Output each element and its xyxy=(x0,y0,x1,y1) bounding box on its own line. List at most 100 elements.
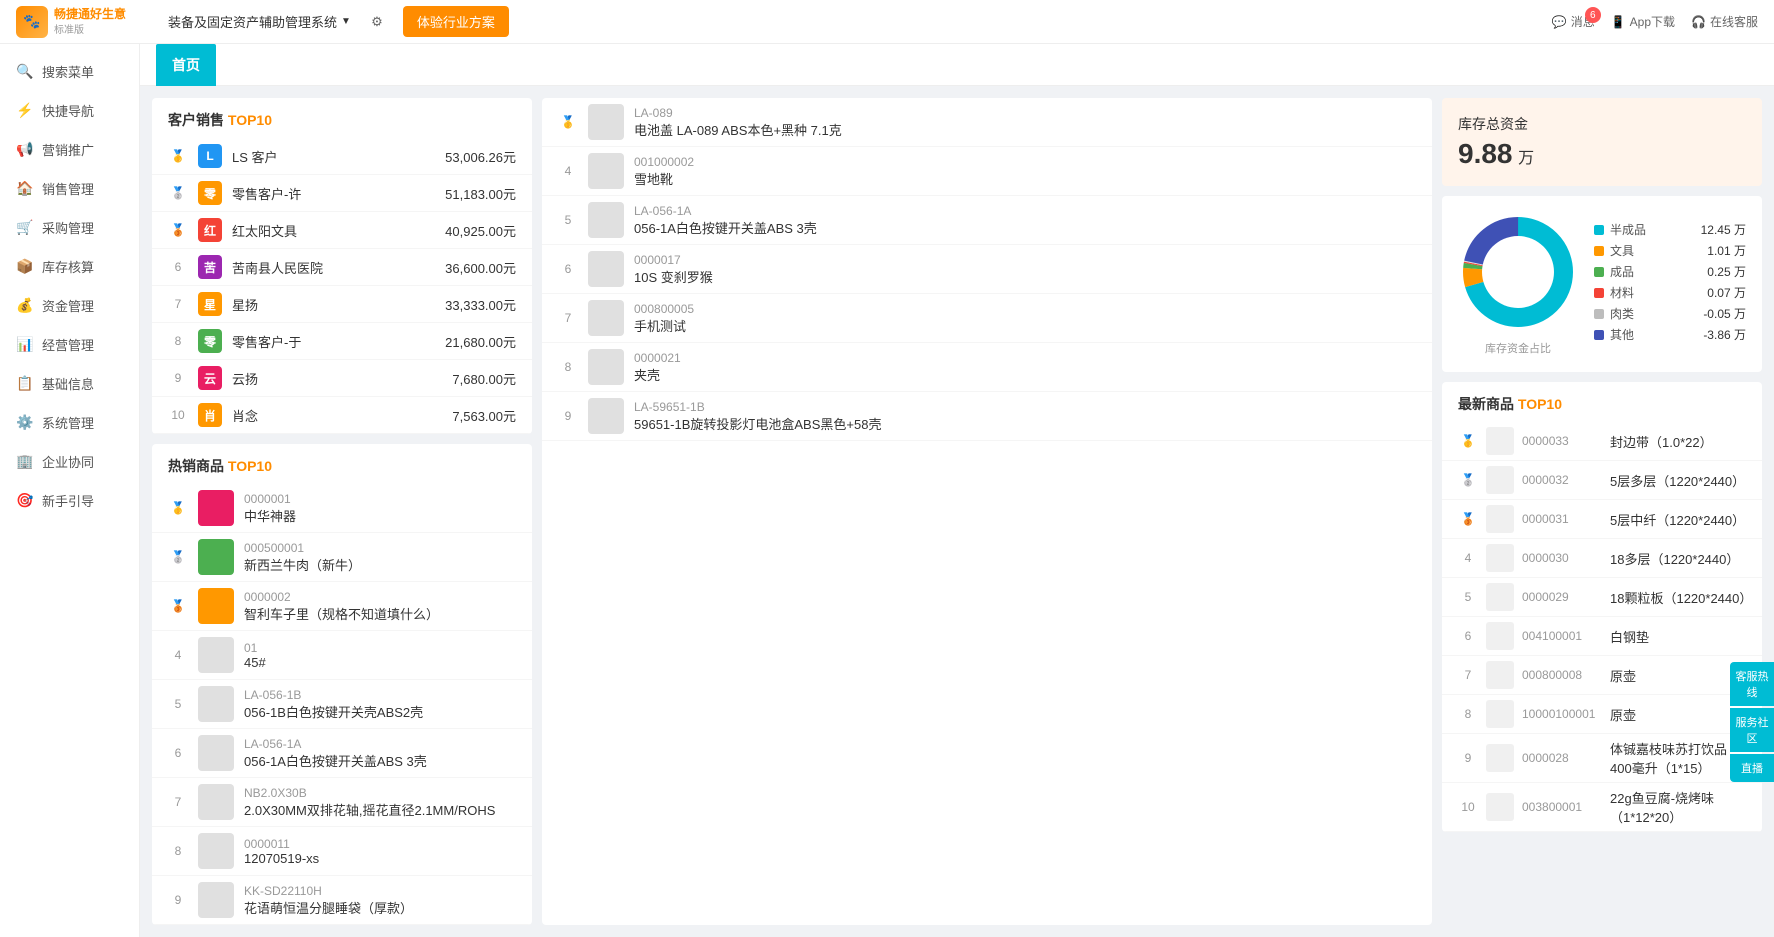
donut-chart-svg xyxy=(1458,212,1578,332)
new-product-name: 白钢垫 xyxy=(1610,627,1746,646)
new-product-thumbnail xyxy=(1486,661,1514,689)
new-product-row: 🥇 0000033 封边带（1.0*22） xyxy=(1442,422,1762,461)
rank-number: 8 xyxy=(558,360,578,374)
search-icon: 🔍 xyxy=(16,63,34,81)
new-product-name: 5层中纤（1220*2440） xyxy=(1610,510,1746,529)
system-selector[interactable]: 装备及固定资产辅助管理系统 ▼ xyxy=(168,12,351,31)
rank-number: 4 xyxy=(558,164,578,178)
product-info: LA-089 电池盖 LA-089 ABS本色+黑种 7.1克 xyxy=(634,106,1416,139)
product-info: NB2.0X30B 2.0X30MM双排花轴,摇花直径2.1MM/ROHS xyxy=(244,786,516,819)
product-thumbnail xyxy=(198,490,234,526)
mid-product-row: 8 0000021 夹壳 xyxy=(542,343,1432,392)
sidebar-label-enterprise: 企业协同 xyxy=(42,452,94,471)
rank-number: 8 xyxy=(1458,707,1478,721)
sidebar-item-sales[interactable]: 🏠 销售管理 xyxy=(0,169,139,208)
product-code: LA-056-1A xyxy=(634,204,1416,218)
product-name: 056-1B白色按键开关壳ABS2壳 xyxy=(244,702,516,721)
rank-number: 9 xyxy=(558,409,578,423)
sidebar-label-sales: 销售管理 xyxy=(42,179,94,198)
inventory-unit: 万 xyxy=(1518,150,1534,167)
rank-number: 9 xyxy=(1458,751,1478,765)
inventory-amount: 9.88 xyxy=(1458,138,1513,169)
rank-number: 6 xyxy=(168,260,188,274)
customer-row: 10 肖 肖念 7,563.00元 xyxy=(152,397,532,434)
hot-products-highlight: TOP10 xyxy=(228,458,272,474)
sidebar-item-system[interactable]: ⚙️ 系统管理 xyxy=(0,403,139,442)
product-thumbnail xyxy=(198,784,234,820)
legend-category-name: 文具 xyxy=(1610,242,1701,259)
product-name: 12070519-xs xyxy=(244,851,516,866)
product-name: 新西兰牛肉（新牛） xyxy=(244,555,516,574)
hot-products-card: 热销商品 TOP10 🥇 0000001 中华神器 🥈 000500001 新西… xyxy=(152,444,532,925)
product-thumbnail xyxy=(198,882,234,918)
sidebar-item-operations[interactable]: 📊 经营管理 xyxy=(0,325,139,364)
rank-number: 🥇 xyxy=(1458,434,1478,448)
notification-button[interactable]: 💬 消息 6 xyxy=(1552,13,1595,30)
customer-amount: 33,333.00元 xyxy=(445,295,516,314)
sidebar-item-search[interactable]: 🔍 搜索菜单 xyxy=(0,52,139,91)
product-thumbnail xyxy=(198,686,234,722)
sidebar-item-purchase[interactable]: 🛒 采购管理 xyxy=(0,208,139,247)
product-info: 000500001 新西兰牛肉（新牛） xyxy=(244,541,516,574)
product-name: 45# xyxy=(244,655,516,670)
settings-button[interactable]: ⚙ xyxy=(363,8,391,36)
topbar-actions: 💬 消息 6 📱 App下载 🎧 在线客服 xyxy=(1552,13,1758,30)
customer-avatar: 苦 xyxy=(198,255,222,279)
system-name: 装备及固定资产辅助管理系统 xyxy=(168,12,337,31)
sidebar-label-system: 系统管理 xyxy=(42,413,94,432)
logo-area: 🐾 畅捷通好生意 标准版 xyxy=(16,6,156,38)
sidebar-item-inventory[interactable]: 📦 库存核算 xyxy=(0,247,139,286)
rank-number: 🥉 xyxy=(168,599,188,613)
sidebar-label-basicinfo: 基础信息 xyxy=(42,374,94,393)
legend-item: 材料 0.07 万 xyxy=(1594,284,1746,301)
sidebar-item-guide[interactable]: 🎯 新手引导 xyxy=(0,481,139,520)
product-name: 056-1A白色按键开关盖ABS 3壳 xyxy=(244,751,516,770)
rank-number: 7 xyxy=(168,795,188,809)
new-product-thumbnail xyxy=(1486,622,1514,650)
hot-products-table: 🥇 0000001 中华神器 🥈 000500001 新西兰牛肉（新牛） 🥉 0… xyxy=(152,484,532,925)
product-code: 000800005 xyxy=(634,302,1416,316)
product-info: 0000021 夹壳 xyxy=(634,351,1416,384)
product-thumbnail xyxy=(588,398,624,434)
inventory-card: 库存总资金 9.88 万 xyxy=(1442,98,1762,186)
product-name: 2.0X30MM双排花轴,摇花直径2.1MM/ROHS xyxy=(244,800,516,819)
rank-number: 7 xyxy=(558,311,578,325)
legend-color-dot xyxy=(1594,246,1604,256)
operations-icon: 📊 xyxy=(16,336,34,354)
product-code: LA-59651-1B xyxy=(634,400,1416,414)
product-info: 0000001 中华神器 xyxy=(244,492,516,525)
new-product-name: 18颗粒板（1220*2440） xyxy=(1610,588,1746,607)
mid-product-row: 5 LA-056-1A 056-1A白色按键开关盖ABS 3壳 xyxy=(542,196,1432,245)
trial-button[interactable]: 体验行业方案 xyxy=(403,6,509,37)
sidebar-label-quicknav: 快捷导航 xyxy=(42,101,94,120)
mid-product-row: 4 001000002 雪地靴 xyxy=(542,147,1432,196)
rank-number: 🥇 xyxy=(168,149,188,163)
product-code: LA-089 xyxy=(634,106,1416,120)
sidebar-item-basicinfo[interactable]: 📋 基础信息 xyxy=(0,364,139,403)
rank-number: 6 xyxy=(168,746,188,760)
sidebar-item-marketing[interactable]: 📢 营销推广 xyxy=(0,130,139,169)
live-button[interactable]: 直播 xyxy=(1730,754,1774,782)
customer-service-button[interactable]: 客服热线 xyxy=(1730,662,1774,706)
sidebar: 🔍 搜索菜单 ⚡ 快捷导航 📢 营销推广 🏠 销售管理 🛒 采购管理 📦 库存核… xyxy=(0,44,140,937)
service-button[interactable]: 🎧 在线客服 xyxy=(1691,13,1758,30)
product-name: 电池盖 LA-089 ABS本色+黑种 7.1克 xyxy=(634,120,1416,139)
rank-number: 4 xyxy=(168,648,188,662)
product-name: 手机测试 xyxy=(634,316,1416,335)
customer-row: 🥇 L LS 客户 53,006.26元 xyxy=(152,138,532,175)
service-community-button[interactable]: 服务社区 xyxy=(1730,708,1774,752)
product-info: KK-SD22110H 花语萌恒温分腿睡袋（厚款） xyxy=(244,884,516,917)
app-download-button[interactable]: 📱 App下载 xyxy=(1611,13,1675,30)
sidebar-item-quicknav[interactable]: ⚡ 快捷导航 xyxy=(0,91,139,130)
legend-item: 成品 0.25 万 xyxy=(1594,263,1746,280)
sidebar-item-enterprise[interactable]: 🏢 企业协同 xyxy=(0,442,139,481)
legend-category-value: 1.01 万 xyxy=(1707,242,1746,259)
sidebar-item-finance[interactable]: 💰 资金管理 xyxy=(0,286,139,325)
home-tab[interactable]: 首页 xyxy=(156,44,216,86)
basicinfo-icon: 📋 xyxy=(16,375,34,393)
chevron-down-icon: ▼ xyxy=(341,16,351,27)
product-thumbnail xyxy=(198,637,234,673)
new-product-row: 7 000800008 原壶 xyxy=(1442,656,1762,695)
marketing-icon: 📢 xyxy=(16,141,34,159)
new-product-code: 0000031 xyxy=(1522,512,1602,526)
